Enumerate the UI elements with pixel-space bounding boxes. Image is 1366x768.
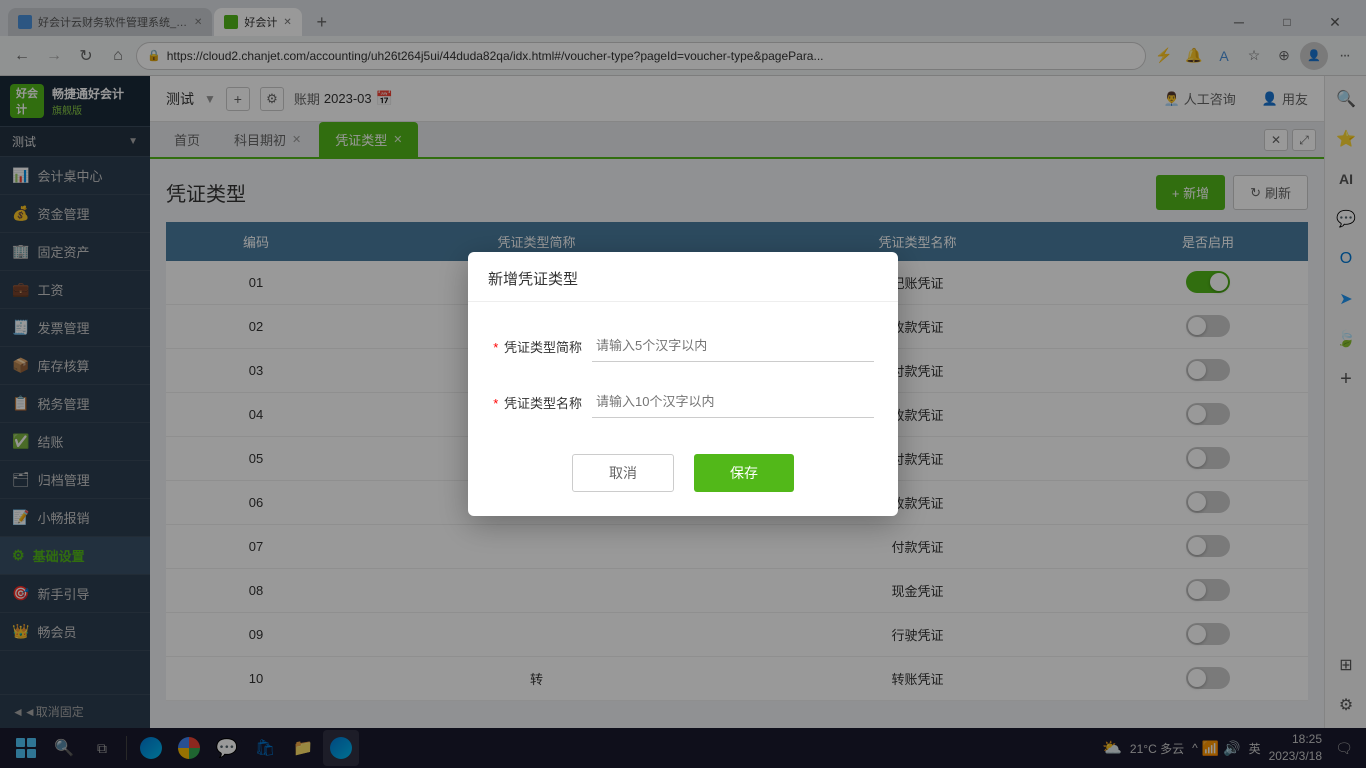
dialog-overlay: 新增凭证类型 * 凭证类型简称 * 凭证类型名称 取消 保存 (0, 0, 1366, 768)
form-row-abbr: * 凭证类型简称 (492, 330, 874, 362)
name-required-mark: * (493, 396, 498, 411)
dialog-title: 新增凭证类型 (488, 268, 578, 289)
name-input[interactable] (592, 386, 874, 418)
name-label: * 凭证类型名称 (492, 393, 582, 412)
abbr-required-mark: * (493, 340, 498, 355)
cancel-button[interactable]: 取消 (572, 454, 674, 492)
abbr-label: * 凭证类型简称 (492, 337, 582, 356)
save-button[interactable]: 保存 (694, 454, 794, 492)
dialog-footer: 取消 保存 (468, 442, 898, 516)
abbr-input[interactable] (592, 330, 874, 362)
dialog-body: * 凭证类型简称 * 凭证类型名称 (468, 302, 898, 442)
dialog-header: 新增凭证类型 (468, 252, 898, 302)
form-row-name: * 凭证类型名称 (492, 386, 874, 418)
dialog: 新增凭证类型 * 凭证类型简称 * 凭证类型名称 取消 保存 (468, 252, 898, 516)
